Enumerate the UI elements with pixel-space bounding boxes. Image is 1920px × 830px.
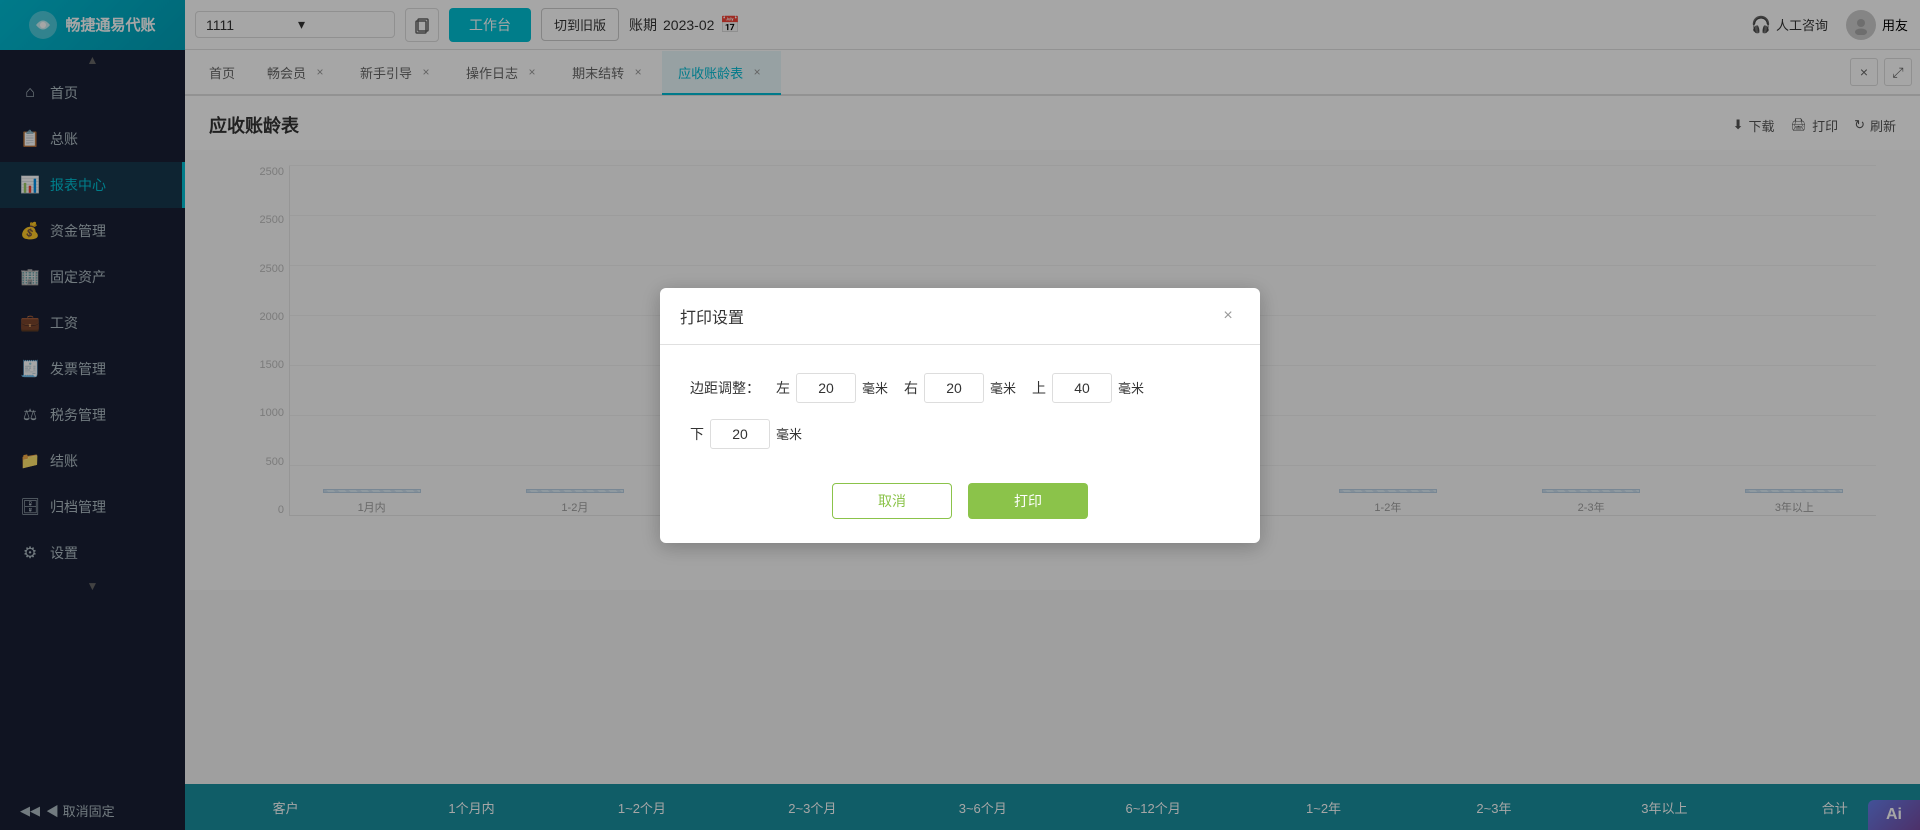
margin-label: 边距调整： (690, 378, 760, 398)
top-label: 上 (1032, 378, 1046, 398)
modal-body: 边距调整： 左 毫米 右 毫米 上 毫米 下 (660, 345, 1260, 473)
left-unit: 毫米 (862, 378, 888, 397)
modal-header: 打印设置 × (660, 288, 1260, 345)
left-label: 左 (776, 378, 790, 398)
modal-overlay[interactable]: 打印设置 × 边距调整： 左 毫米 右 毫米 上 毫米 (0, 0, 1920, 830)
print-settings-modal: 打印设置 × 边距调整： 左 毫米 右 毫米 上 毫米 (660, 288, 1260, 543)
modal-footer: 取消 打印 (660, 473, 1260, 543)
margin-right-group: 右 毫米 (904, 373, 1016, 403)
bottom-label: 下 (690, 424, 704, 444)
margin-left-group: 左 毫米 (776, 373, 888, 403)
modal-title: 打印设置 (680, 304, 744, 328)
cancel-print-button[interactable]: 取消 (832, 483, 952, 519)
margin-row: 边距调整： 左 毫米 右 毫米 上 毫米 下 (690, 373, 1230, 449)
margin-bottom-group: 下 毫米 (690, 419, 802, 449)
left-input[interactable] (796, 373, 856, 403)
bottom-input[interactable] (710, 419, 770, 449)
modal-close-button[interactable]: × (1216, 304, 1240, 328)
bottom-unit: 毫米 (776, 424, 802, 443)
right-unit: 毫米 (990, 378, 1016, 397)
margin-top-group: 上 毫米 (1032, 373, 1144, 403)
top-unit: 毫米 (1118, 378, 1144, 397)
right-label: 右 (904, 378, 918, 398)
top-input[interactable] (1052, 373, 1112, 403)
confirm-print-button[interactable]: 打印 (968, 483, 1088, 519)
right-input[interactable] (924, 373, 984, 403)
